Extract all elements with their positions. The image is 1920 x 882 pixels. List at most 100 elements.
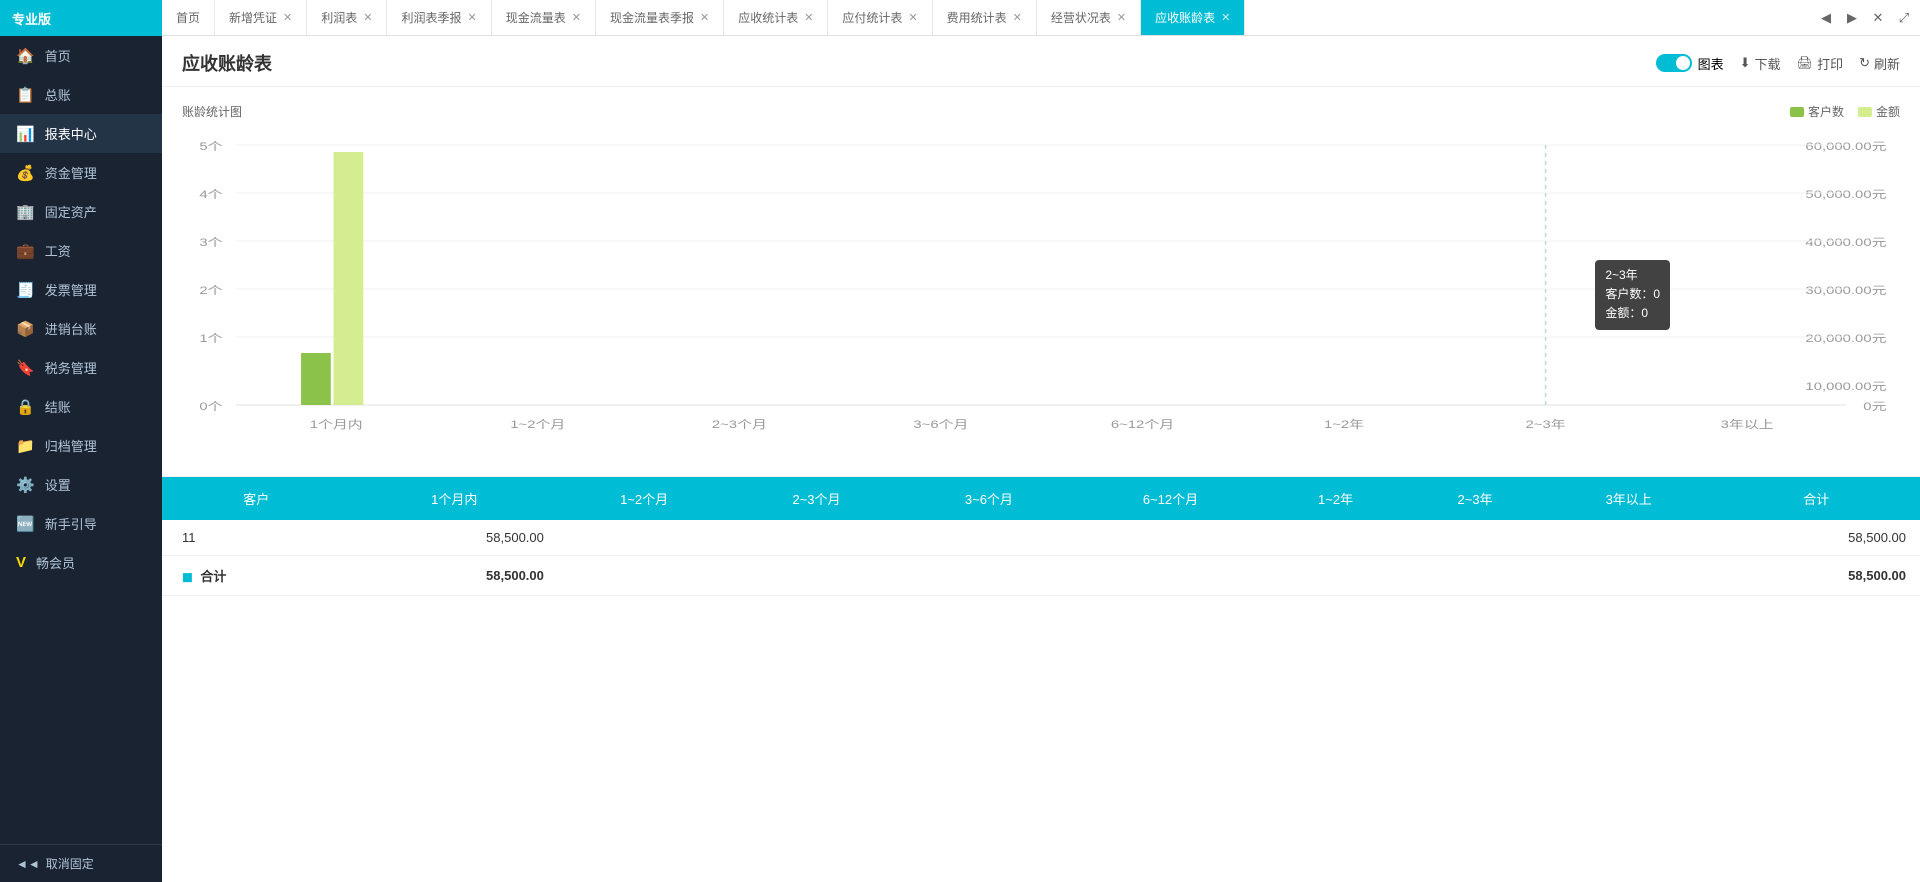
tab-close-icon[interactable]: ✕ [283, 11, 292, 24]
tab-expense-stats[interactable]: 费用统计表 ✕ [933, 0, 1037, 36]
collapse-icon: ◄◄ [16, 857, 40, 871]
tab-close-icon[interactable]: ✕ [700, 11, 709, 24]
total-label-text: 合计 [200, 569, 226, 584]
print-button[interactable]: 🖨 打印 [1797, 54, 1844, 73]
td-total-year23 [1405, 556, 1544, 596]
tab-operations[interactable]: 经营状况表 ✕ [1037, 0, 1141, 36]
svg-text:40,000.00元: 40,000.00元 [1805, 236, 1886, 249]
closing-icon: 🔒 [16, 398, 35, 416]
sidebar-item-settings[interactable]: ⚙️ 设置 [0, 465, 162, 504]
home-icon: 🏠 [16, 47, 35, 65]
ledger-icon: 📋 [16, 86, 35, 104]
tab-close-icon[interactable]: ✕ [468, 11, 477, 24]
tab-profit[interactable]: 利润表 ✕ [307, 0, 387, 36]
refresh-label: 刷新 [1874, 54, 1900, 73]
salary-icon: 💼 [16, 242, 35, 260]
th-month612: 6~12个月 [1075, 477, 1266, 520]
sidebar-item-home[interactable]: 🏠 首页 [0, 36, 162, 75]
sidebar-item-archive[interactable]: 📁 归档管理 [0, 426, 162, 465]
tab-close-icon[interactable]: ✕ [363, 11, 372, 24]
sidebar-item-funds[interactable]: 💰 资金管理 [0, 153, 162, 192]
reports-icon: 📊 [16, 125, 35, 143]
sidebar-item-reports[interactable]: 📊 报表中心 [0, 114, 162, 153]
tab-label: 费用统计表 [947, 9, 1007, 26]
td-month23 [730, 520, 902, 556]
svg-text:6~12个月: 6~12个月 [1111, 418, 1174, 431]
tab-aging[interactable]: 应收账龄表 ✕ [1141, 0, 1245, 36]
tab-close-icon[interactable]: ✕ [1013, 11, 1022, 24]
tab-cashflow[interactable]: 现金流量表 ✕ [492, 0, 596, 36]
sidebar-item-salary[interactable]: 💼 工资 [0, 231, 162, 270]
th-month12: 1~2个月 [558, 477, 730, 520]
tab-close-icon[interactable]: ✕ [1117, 11, 1126, 24]
tab-nav-buttons: ◀ ▶ ✕ ⤢ [1810, 6, 1920, 30]
td-total-label: ◼ 合计 [162, 556, 351, 596]
tab-close-icon[interactable]: ✕ [908, 11, 917, 24]
content-area: 应收账龄表 图表 ⬇ 下载 🖨 打印 ↻ 刷新 [162, 36, 1920, 882]
download-button[interactable]: ⬇ 下载 [1740, 54, 1781, 73]
sidebar-item-label: 税务管理 [45, 358, 97, 377]
sidebar-collapse-btn[interactable]: ◄◄ 取消固定 [0, 844, 162, 882]
tab-close-icon[interactable]: ✕ [804, 11, 813, 24]
th-month23: 2~3个月 [730, 477, 902, 520]
sidebar-item-label: 首页 [45, 46, 71, 65]
tab-bar: 首页 新增凭证 ✕ 利润表 ✕ 利润表季报 ✕ 现金流量表 ✕ 现金流量表季报 … [162, 0, 1920, 36]
td-total-month612 [1075, 556, 1266, 596]
sidebar-item-salesledger[interactable]: 📦 进销台账 [0, 309, 162, 348]
svg-text:5个: 5个 [199, 140, 222, 153]
sidebar-item-assets[interactable]: 🏢 固定资产 [0, 192, 162, 231]
sidebar-item-label: 工资 [45, 241, 71, 260]
svg-text:1~2年: 1~2年 [1324, 418, 1364, 431]
tab-label: 应收账龄表 [1155, 9, 1215, 26]
table-total-row: ◼ 合计 58,500.00 58,500.00 [162, 556, 1920, 596]
tab-newvoucher[interactable]: 新增凭证 ✕ [215, 0, 307, 36]
legend-green-color [1790, 107, 1804, 117]
td-month612 [1075, 520, 1266, 556]
tab-label: 新增凭证 [229, 9, 277, 26]
tab-close-icon[interactable]: ✕ [1221, 11, 1230, 24]
invoice-icon: 🧾 [16, 281, 35, 299]
print-label: 打印 [1817, 54, 1843, 73]
tab-home[interactable]: 首页 [162, 0, 215, 36]
tab-label: 首页 [176, 9, 200, 26]
td-total-month36 [903, 556, 1075, 596]
tab-close-icon[interactable]: ✕ [572, 11, 581, 24]
svg-text:50,000.00元: 50,000.00元 [1805, 188, 1886, 201]
tab-label: 现金流量表季报 [610, 9, 694, 26]
svg-text:60,000.00元: 60,000.00元 [1805, 140, 1886, 153]
svg-text:30,000.00元: 30,000.00元 [1805, 284, 1886, 297]
tab-payable-stats[interactable]: 应付统计表 ✕ [828, 0, 932, 36]
tab-close-all-button[interactable]: ✕ [1866, 6, 1890, 30]
sidebar-item-closing[interactable]: 🔒 结账 [0, 387, 162, 426]
archive-icon: 📁 [16, 437, 35, 455]
td-total-month23 [730, 556, 902, 596]
sidebar-item-guide[interactable]: 🆕 新手引导 [0, 504, 162, 543]
tab-receivable-stats[interactable]: 应收统计表 ✕ [724, 0, 828, 36]
member-icon: V [16, 554, 26, 571]
legend-amount-label: 金额 [1876, 103, 1900, 120]
tab-label: 现金流量表 [506, 9, 566, 26]
svg-text:10,000.00元: 10,000.00元 [1805, 380, 1886, 393]
tab-cashflow-quarterly[interactable]: 现金流量表季报 ✕ [596, 0, 724, 36]
chart-toggle-wrap: 图表 [1656, 54, 1724, 73]
td-total-year3plus [1545, 556, 1713, 596]
svg-text:20,000.00元: 20,000.00元 [1805, 332, 1886, 345]
sidebar-item-invoice[interactable]: 🧾 发票管理 [0, 270, 162, 309]
chart-toggle[interactable] [1656, 54, 1692, 72]
svg-text:3个: 3个 [199, 236, 222, 249]
sidebar-item-tax[interactable]: 🔖 税务管理 [0, 348, 162, 387]
funds-icon: 💰 [16, 164, 35, 182]
data-table: 客户 1个月内 1~2个月 2~3个月 3~6个月 6~12个月 1~2年 2~… [162, 477, 1920, 596]
tab-prev-button[interactable]: ◀ [1814, 6, 1838, 30]
total-icon: ◼ [182, 569, 193, 584]
sidebar-item-label: 畅会员 [36, 553, 75, 572]
sidebar-item-ledger[interactable]: 📋 总账 [0, 75, 162, 114]
chart-svg: 5个 4个 3个 2个 1个 0个 60,000.00元 50,000.00元 … [182, 130, 1900, 460]
tab-expand-button[interactable]: ⤢ [1892, 6, 1916, 30]
refresh-button[interactable]: ↻ 刷新 [1859, 54, 1900, 73]
tab-next-button[interactable]: ▶ [1840, 6, 1864, 30]
settings-icon: ⚙️ [16, 476, 35, 494]
sidebar-item-member[interactable]: V 畅会员 [0, 543, 162, 582]
tab-profit-quarterly[interactable]: 利润表季报 ✕ [387, 0, 491, 36]
td-total-month12 [558, 556, 730, 596]
